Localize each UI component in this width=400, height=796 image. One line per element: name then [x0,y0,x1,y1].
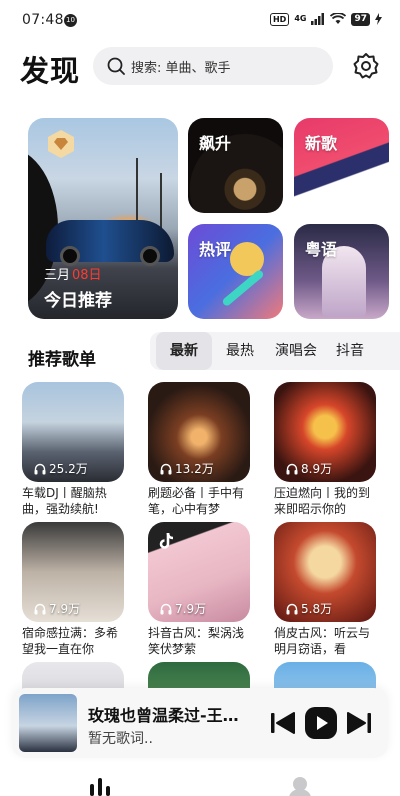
chart-hot-comments-tile[interactable]: 热评 [188,224,283,319]
daily-date: 三月 08日 [44,264,102,283]
settings-button[interactable] [352,52,380,80]
playlist-title: 压迫燃向丨我的到来即昭示你的 [274,486,371,516]
mini-player[interactable]: 玫瑰也曾温柔过-王… 暂无歌词.. [12,688,388,758]
tile-label: 飙升 [199,134,232,153]
headphones-icon [286,463,298,474]
status-bar: 07:48 10 HD 4G 97 [0,0,400,40]
skip-previous-icon [271,712,295,734]
skip-next-icon [347,712,371,734]
notification-badge: 10 [64,14,77,27]
headphones-icon [34,463,46,474]
network-type: 4G [294,14,307,23]
play-count: 7.9万 [34,600,80,617]
play-count-value: 8.9万 [301,462,333,476]
player-song-title: 玫瑰也曾温柔过-王… [88,706,239,725]
tab-hottest[interactable]: 最热 [214,332,266,370]
tiktok-icon [159,532,174,549]
gear-icon [353,53,379,79]
playlist-card[interactable]: 8.9万 压迫燃向丨我的到来即昭示你的 [274,382,376,517]
play-button[interactable] [304,706,338,740]
daily-day: 08日 [72,268,102,283]
playlist-title: 宿命感拉满：多希望我一直在你 [22,626,119,656]
tile-label: 热评 [199,240,232,259]
play-count-value: 25.2万 [49,462,88,476]
play-count-value: 7.9万 [49,602,81,616]
playlist-card[interactable]: 25.2万 车载DJ丨醒脑热曲，强劲续航! [22,382,124,517]
play-icon [305,707,337,739]
daily-month: 三月 [44,268,71,283]
play-count: 7.9万 [160,600,206,617]
chart-new-tile[interactable]: 新歌 [294,118,389,213]
tab-latest[interactable]: 最新 [156,332,212,370]
user-icon [289,777,311,796]
playlist-cover: 7.9万 [148,522,250,622]
page-title: 发现 [20,54,81,88]
car-wheel [60,246,80,266]
playlist-cover: 8.9万 [274,382,376,482]
previous-button[interactable] [268,708,298,738]
playlist-title: 俏皮古风：听云与明月窃语，看 [274,626,371,656]
chart-cantonese-tile[interactable]: 粤语 [294,224,389,319]
search-placeholder: 搜索: 单曲、歌手 [131,60,231,76]
banner-row: 三月 08日 今日推荐 飙升 新歌 热评 粤语 [0,118,400,320]
gem-icon [48,130,74,158]
playlist-card[interactable]: 13.2万 刷题必备丨手中有笔，心中有梦 [148,382,250,517]
wifi-icon [330,13,347,24]
headphones-icon [160,463,172,474]
tab-douyin[interactable]: 抖音 [328,332,372,370]
search-icon [107,57,125,75]
tile-label: 粤语 [305,240,338,259]
play-count: 13.2万 [160,460,214,477]
chart-rise-tile[interactable]: 飙升 [188,118,283,213]
tab-concert[interactable]: 演唱会 [268,332,324,370]
playlist-cover: 7.9万 [22,522,124,622]
headphones-icon [160,603,172,614]
signal-icon [311,13,325,25]
playlist-title: 刷题必备丨手中有笔，心中有梦 [148,486,245,516]
next-button[interactable] [344,708,374,738]
play-count: 5.8万 [286,600,332,617]
playlist-cover: 13.2万 [148,382,250,482]
playlist-cover: 25.2万 [22,382,124,482]
status-time: 07:48 [22,12,64,28]
charging-icon [375,13,382,25]
play-count-value: 13.2万 [175,462,214,476]
playlist-cover: 5.8万 [274,522,376,622]
play-count-value: 5.8万 [301,602,333,616]
battery-level: 97 [351,12,370,26]
playlist-tabs: 最新 最热 演唱会 抖音 [150,332,400,370]
play-count: 8.9万 [286,460,332,477]
search-input[interactable]: 搜索: 单曲、歌手 [93,47,333,85]
car-wheel [140,246,160,266]
player-lyric: 暂无歌词.. [88,731,153,747]
play-count-value: 7.9万 [175,602,207,616]
playlist-title: 车载DJ丨醒脑热曲，强劲续航! [22,486,107,516]
bars-icon [90,778,110,796]
player-cover[interactable] [19,694,77,752]
nav-discover-tab[interactable] [86,776,114,796]
headphones-icon [286,603,298,614]
playlist-card[interactable]: 7.9万 抖音古风：梨涡浅笑伏梦萦 [148,522,250,657]
nav-profile-tab[interactable] [286,776,314,796]
status-icons: HD 4G 97 [269,12,382,26]
section-title: 推荐歌单 [28,350,96,370]
playlist-card[interactable]: 7.9万 宿命感拉满：多希望我一直在你 [22,522,124,657]
play-count: 25.2万 [34,460,88,477]
daily-label: 今日推荐 [44,291,112,311]
bottom-nav [0,762,400,796]
headphones-icon [34,603,46,614]
playlist-grid: 25.2万 车载DJ丨醒脑热曲，强劲续航! 13.2万 刷题必备丨手中有笔，心中… [0,382,400,702]
hd-icon: HD [269,12,290,26]
power-pole [136,158,138,228]
playlist-title: 抖音古风：梨涡浅笑伏梦萦 [148,626,245,656]
tile-label: 新歌 [305,134,338,153]
power-pole [160,173,162,228]
header: 发现 搜索: 单曲、歌手 [0,44,400,92]
playlist-card[interactable]: 5.8万 俏皮古风：听云与明月窃语，看 [274,522,376,657]
daily-recommend-card[interactable]: 三月 08日 今日推荐 [28,118,178,319]
